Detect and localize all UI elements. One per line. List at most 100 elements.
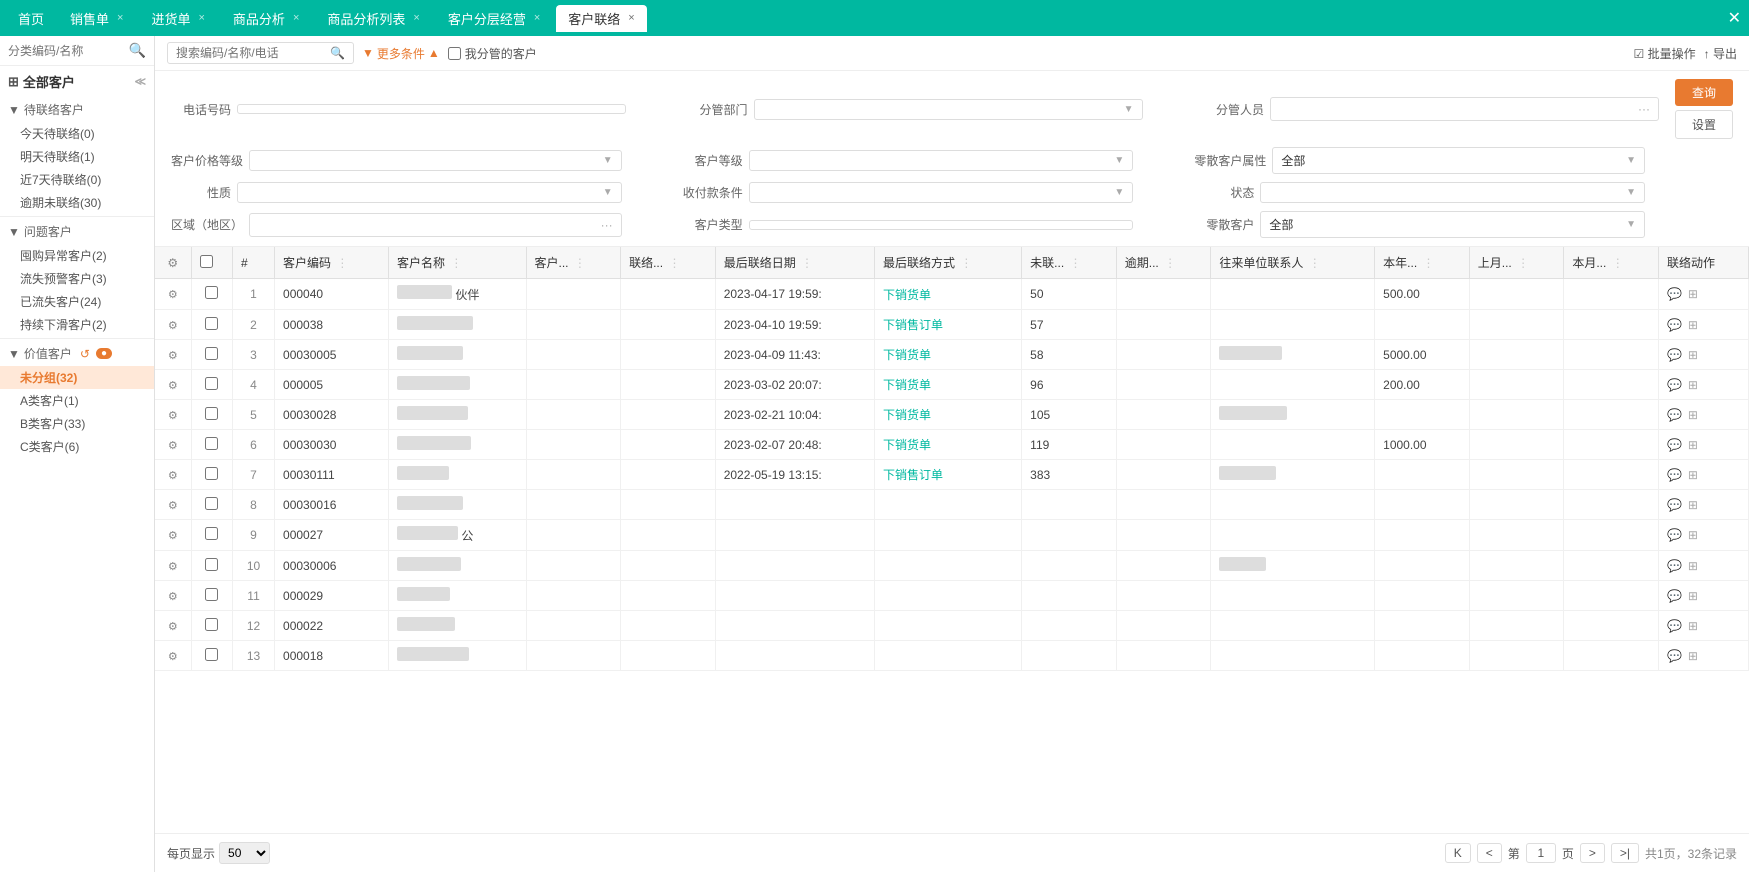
grid-action-icon[interactable]: ⊞: [1688, 287, 1698, 301]
sidebar-item-class-b[interactable]: B类客户(33): [0, 412, 154, 435]
settings-cell[interactable]: ⚙: [155, 490, 191, 520]
row-gear-icon[interactable]: ⚙: [168, 561, 178, 573]
my-customers-check[interactable]: [448, 47, 461, 60]
row-checkbox-cell[interactable]: [191, 611, 233, 641]
sidebar-item-unclassified[interactable]: 未分组(32): [0, 366, 154, 389]
manager-input[interactable]: ···: [1270, 97, 1659, 121]
row-gear-icon[interactable]: ⚙: [168, 621, 178, 633]
col-resize-handle[interactable]: ⋮: [1309, 256, 1321, 270]
row-checkbox[interactable]: [205, 286, 218, 299]
grid-action-icon[interactable]: ⊞: [1688, 348, 1698, 362]
close-icon[interactable]: ×: [117, 12, 123, 24]
tab-purchase[interactable]: 进货单 ×: [139, 5, 216, 32]
row-checkbox-cell[interactable]: [191, 310, 233, 340]
row-gear-icon[interactable]: ⚙: [168, 380, 178, 392]
refresh-icon[interactable]: ↺: [80, 347, 90, 361]
sidebar-item-class-c[interactable]: C类客户(6): [0, 435, 154, 458]
collapse-icon[interactable]: ≪: [134, 75, 146, 88]
dots-icon[interactable]: ···: [1638, 102, 1650, 116]
message-icon[interactable]: 💬: [1667, 378, 1682, 392]
message-icon[interactable]: 💬: [1667, 318, 1682, 332]
col-resize-handle[interactable]: ⋮: [1070, 256, 1082, 270]
col-resize-handle[interactable]: ⋮: [450, 256, 462, 270]
home-tab[interactable]: 首页: [8, 5, 54, 32]
col-resize-handle[interactable]: ⋮: [668, 256, 680, 270]
row-gear-icon[interactable]: ⚙: [168, 289, 178, 301]
this-month-col-header[interactable]: 本月... ⋮: [1564, 247, 1659, 279]
row-checkbox[interactable]: [205, 648, 218, 661]
settings-cell[interactable]: ⚙: [155, 310, 191, 340]
settings-col-header[interactable]: ⚙: [155, 247, 191, 279]
grid-action-icon[interactable]: ⊞: [1688, 378, 1698, 392]
settings-cell[interactable]: ⚙: [155, 641, 191, 671]
row-gear-icon[interactable]: ⚙: [168, 591, 178, 603]
message-icon[interactable]: 💬: [1667, 287, 1682, 301]
settings-cell[interactable]: ⚙: [155, 611, 191, 641]
grid-action-icon[interactable]: ⊞: [1688, 589, 1698, 603]
tab-customer-contact[interactable]: 客户联络 ×: [556, 5, 646, 32]
customer-type-input[interactable]: [749, 220, 1134, 230]
sidebar-item-7days[interactable]: 近7天待联络(0): [0, 168, 154, 191]
row-checkbox-cell[interactable]: [191, 581, 233, 611]
row-checkbox-cell[interactable]: [191, 520, 233, 551]
grid-action-icon[interactable]: ⊞: [1688, 559, 1698, 573]
sidebar-item-class-a[interactable]: A类客户(1): [0, 389, 154, 412]
page-size-select[interactable]: 50 100 200: [219, 842, 270, 864]
checkbox-col-header[interactable]: [191, 247, 233, 279]
sidebar-group-pending[interactable]: ▼ 待联络客户: [0, 97, 154, 122]
row-checkbox[interactable]: [205, 588, 218, 601]
overdue-col-header[interactable]: 逾期... ⋮: [1116, 247, 1211, 279]
grid-action-icon[interactable]: ⊞: [1688, 498, 1698, 512]
col-resize-handle[interactable]: ⋮: [960, 256, 972, 270]
row-checkbox[interactable]: [205, 618, 218, 631]
not-contacted-col-header[interactable]: 未联... ⋮: [1022, 247, 1117, 279]
row-checkbox-cell[interactable]: [191, 370, 233, 400]
dept-select[interactable]: ▼: [754, 99, 1143, 120]
contact-method-link[interactable]: 下销售订单: [883, 318, 943, 332]
sidebar-group-problem[interactable]: ▼ 问题客户: [0, 219, 154, 244]
sidebar-group-value[interactable]: ▼ 价值客户 ↺ ●: [0, 341, 154, 366]
first-page-btn[interactable]: K: [1445, 843, 1471, 863]
contact-method-link[interactable]: 下销货单: [883, 438, 931, 452]
row-checkbox-cell[interactable]: [191, 551, 233, 581]
grid-action-icon[interactable]: ⊞: [1688, 468, 1698, 482]
row-checkbox-cell[interactable]: [191, 400, 233, 430]
message-icon[interactable]: 💬: [1667, 619, 1682, 633]
settings-cell[interactable]: ⚙: [155, 520, 191, 551]
contact-method-link[interactable]: 下销货单: [883, 408, 931, 422]
region-input[interactable]: ···: [249, 213, 622, 237]
tab-sales[interactable]: 销售单 ×: [58, 5, 135, 32]
close-icon[interactable]: ×: [198, 12, 204, 24]
settings-cell[interactable]: ⚙: [155, 551, 191, 581]
row-gear-icon[interactable]: ⚙: [168, 440, 178, 452]
retail-customer-select[interactable]: 全部 ▼: [1260, 211, 1645, 238]
close-icon[interactable]: ×: [293, 12, 299, 24]
message-icon[interactable]: 💬: [1667, 408, 1682, 422]
col-resize-handle[interactable]: ⋮: [574, 256, 586, 270]
tab-customer-layer[interactable]: 客户分层经营 ×: [436, 5, 552, 32]
last-month-col-header[interactable]: 上月... ⋮: [1469, 247, 1564, 279]
phone-input[interactable]: [237, 104, 626, 114]
sidebar-search-icon[interactable]: 🔍: [129, 42, 146, 59]
col-resize-handle[interactable]: ⋮: [801, 256, 813, 270]
retail-attr-select[interactable]: 全部 ▼: [1272, 147, 1645, 174]
window-close-icon[interactable]: ✕: [1728, 8, 1741, 28]
row-gear-icon[interactable]: ⚙: [168, 410, 178, 422]
name-col-header[interactable]: 客户名称 ⋮: [389, 247, 527, 279]
grid-action-icon[interactable]: ⊞: [1688, 408, 1698, 422]
row-checkbox-cell[interactable]: [191, 340, 233, 370]
settings-cell[interactable]: ⚙: [155, 581, 191, 611]
sidebar-item-churned[interactable]: 已流失客户(24): [0, 290, 154, 313]
prev-page-btn[interactable]: <: [1477, 843, 1502, 863]
tab-product-analysis[interactable]: 商品分析 ×: [221, 5, 311, 32]
settings-cell[interactable]: ⚙: [155, 370, 191, 400]
col-resize-handle[interactable]: ⋮: [1517, 256, 1529, 270]
contact-col-header[interactable]: 联络... ⋮: [621, 247, 716, 279]
sidebar-item-churn-warn[interactable]: 流失预警客户(3): [0, 267, 154, 290]
contact-method-link[interactable]: 下销货单: [883, 288, 931, 302]
last-page-btn[interactable]: >|: [1611, 843, 1639, 863]
row-checkbox[interactable]: [205, 497, 218, 510]
batch-op-link[interactable]: ☑ 批量操作: [1634, 45, 1696, 62]
sidebar-item-declining[interactable]: 持续下滑客户(2): [0, 313, 154, 336]
more-conditions-btn[interactable]: ▼ 更多条件 ▲: [362, 45, 440, 62]
